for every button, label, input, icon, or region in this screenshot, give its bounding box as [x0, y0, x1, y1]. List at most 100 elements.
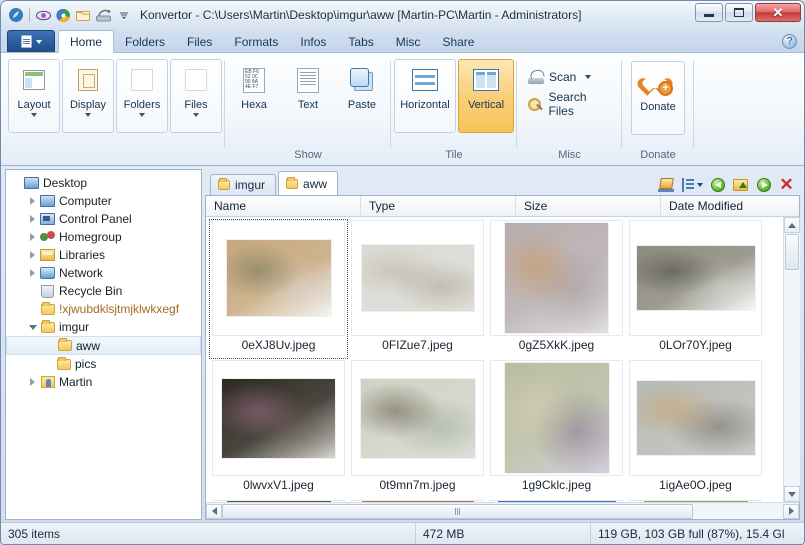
scan-button[interactable]: Scan [524, 66, 597, 88]
vertical-scroll-track[interactable] [783, 233, 800, 486]
thumbnail-image[interactable] [212, 360, 345, 476]
tab-infos[interactable]: Infos [289, 31, 337, 52]
thumbnail-item[interactable]: 0LOr70Y.jpeg [626, 219, 765, 359]
text-button[interactable]: Text [282, 59, 334, 133]
folder-icon[interactable] [75, 7, 92, 24]
folders-button[interactable]: Folders [116, 59, 168, 133]
thumbnail-item[interactable]: 0FIZue7.jpeg [348, 219, 487, 359]
hexa-button[interactable]: EB F6 52 0C 90 8A 4E F7 Hexa [228, 59, 280, 133]
thumbnail-image[interactable] [490, 220, 623, 336]
expand-arrow-icon[interactable] [26, 197, 39, 205]
paste-button[interactable]: Paste [336, 59, 388, 133]
sidebar-item-computer[interactable]: Computer [6, 192, 201, 210]
close-tab-icon[interactable]: ✕ [778, 176, 795, 193]
sidebar-item-label: Libraries [59, 248, 106, 262]
ribbon-empty-area [693, 57, 804, 162]
thumbnail-image[interactable] [629, 360, 762, 476]
tab-misc[interactable]: Misc [385, 31, 432, 52]
status-disk-info: 119 GB, 103 GB full (87%), 15.4 Gl [598, 526, 785, 541]
thumbnail-image[interactable] [629, 220, 762, 336]
folder-tree-panel[interactable]: Desktop Computer Control Panel Homegroup Lib… [5, 169, 202, 520]
expand-arrow-icon[interactable] [26, 215, 39, 223]
sidebar-item-xjwubdklsjtmjklwkxegf[interactable]: !xjwubdklsjtmjklwkxegf [6, 300, 201, 318]
stamp-icon[interactable] [657, 176, 674, 193]
folder-icon [218, 178, 230, 190]
display-button[interactable]: Display [62, 59, 114, 133]
thumbnail-image[interactable] [351, 220, 484, 336]
scroll-down-button[interactable] [783, 486, 800, 502]
vertical-scrollbar[interactable] [783, 217, 800, 502]
thumbnail-image[interactable] [351, 360, 484, 476]
sidebar-item-libraries[interactable]: Libraries [6, 246, 201, 264]
sort-icon[interactable] [680, 176, 703, 193]
tab-home[interactable]: Home [58, 30, 115, 53]
vertical-scroll-thumb[interactable] [784, 234, 799, 270]
horizontal-scroll-track[interactable] [222, 503, 783, 519]
tile-horizontal-label: Horizontal [400, 99, 450, 111]
up-folder-icon[interactable] [732, 176, 749, 193]
app-logo-icon[interactable] [7, 7, 24, 24]
color-wheel-icon[interactable] [55, 7, 72, 24]
expand-arrow-icon[interactable] [26, 269, 39, 277]
tile-horizontal-button[interactable]: Horizontal [394, 59, 456, 133]
back-icon[interactable] [709, 176, 726, 193]
tile-vertical-button[interactable]: Vertical [458, 59, 514, 133]
thumbnail-grid[interactable]: 0eXJ8Uv.jpeg 0FIZue7.jpeg 0gZ5XkK.jpeg 0LOr… [206, 217, 783, 502]
tab-tabs[interactable]: Tabs [337, 31, 384, 52]
sidebar-item-aww[interactable]: aww [6, 336, 201, 355]
scroll-left-button[interactable] [206, 503, 222, 519]
thumbnail-item[interactable]: 0t9mn7m.jpeg [348, 359, 487, 499]
sidebar-item-martin[interactable]: Martin [6, 373, 201, 391]
sidebar-item-pics[interactable]: pics [6, 355, 201, 373]
application-menu-button[interactable] [7, 30, 55, 52]
files-button[interactable]: Files [170, 59, 222, 133]
search-files-button[interactable]: Search Files [524, 90, 619, 118]
expand-arrow-icon[interactable] [26, 251, 39, 259]
sidebar-item-imgur[interactable]: imgur [6, 318, 201, 336]
column-header-name[interactable]: Name [206, 196, 361, 216]
help-button[interactable]: ? [782, 34, 797, 49]
sidebar-item-recycle-bin[interactable]: Recycle Bin [6, 282, 201, 300]
thumbnail-item[interactable]: 1g9Cklc.jpeg [487, 359, 626, 499]
eye-icon[interactable] [35, 7, 52, 24]
column-header-date-modified[interactable]: Date Modified [661, 196, 799, 216]
sidebar-item-desktop[interactable]: Desktop [6, 174, 201, 192]
collapse-arrow-icon[interactable] [26, 324, 39, 330]
thumbnail-item[interactable]: 0gZ5XkK.jpeg [487, 219, 626, 359]
thumbnail-item[interactable]: 1igAe0O.jpeg [626, 359, 765, 499]
donate-button[interactable]: + Donate [631, 61, 685, 135]
sidebar-item-homegroup[interactable]: Homegroup [6, 228, 201, 246]
layout-button[interactable]: Layout [8, 59, 60, 133]
column-header-type[interactable]: Type [361, 196, 516, 216]
tab-files[interactable]: Files [176, 31, 223, 52]
ribbon: Layout Display Folders Files EB F6 52 0C… [1, 53, 804, 166]
content-panel: imgur aww ✕ Name Type Size Date Modified… [205, 169, 800, 520]
expand-arrow-icon[interactable] [26, 233, 39, 241]
horizontal-scroll-thumb[interactable] [222, 503, 694, 519]
close-button[interactable]: ✕ [755, 3, 801, 22]
tab-formats[interactable]: Formats [223, 31, 289, 52]
folder-tab-aww[interactable]: aww [278, 171, 339, 195]
thumbnail-image[interactable] [490, 360, 623, 476]
horizontal-scrollbar[interactable] [206, 502, 799, 519]
thumbnail-item[interactable]: 0eXJ8Uv.jpeg [209, 219, 348, 359]
search-files-icon [528, 97, 543, 112]
chevron-up-icon [787, 222, 796, 228]
folder-tab-imgur[interactable]: imgur [210, 174, 277, 195]
forward-icon[interactable] [755, 176, 772, 193]
thumbnail-image[interactable] [212, 220, 345, 336]
tab-share[interactable]: Share [431, 31, 485, 52]
scanner-icon[interactable] [95, 7, 112, 24]
thumbnail-item[interactable]: 0lwvxV1.jpeg [209, 359, 348, 499]
qat-dropdown-icon[interactable] [115, 7, 132, 24]
column-header-size[interactable]: Size [516, 196, 661, 216]
sidebar-item-network[interactable]: Network [6, 264, 201, 282]
sidebar-item-control-panel[interactable]: Control Panel [6, 210, 201, 228]
tab-folders[interactable]: Folders [114, 31, 176, 52]
minimize-button[interactable] [695, 3, 723, 22]
scroll-right-button[interactable] [783, 503, 799, 519]
scroll-up-button[interactable] [783, 217, 800, 233]
paste-button-label: Paste [347, 99, 377, 111]
maximize-button[interactable] [725, 3, 753, 22]
expand-arrow-icon[interactable] [26, 378, 39, 386]
